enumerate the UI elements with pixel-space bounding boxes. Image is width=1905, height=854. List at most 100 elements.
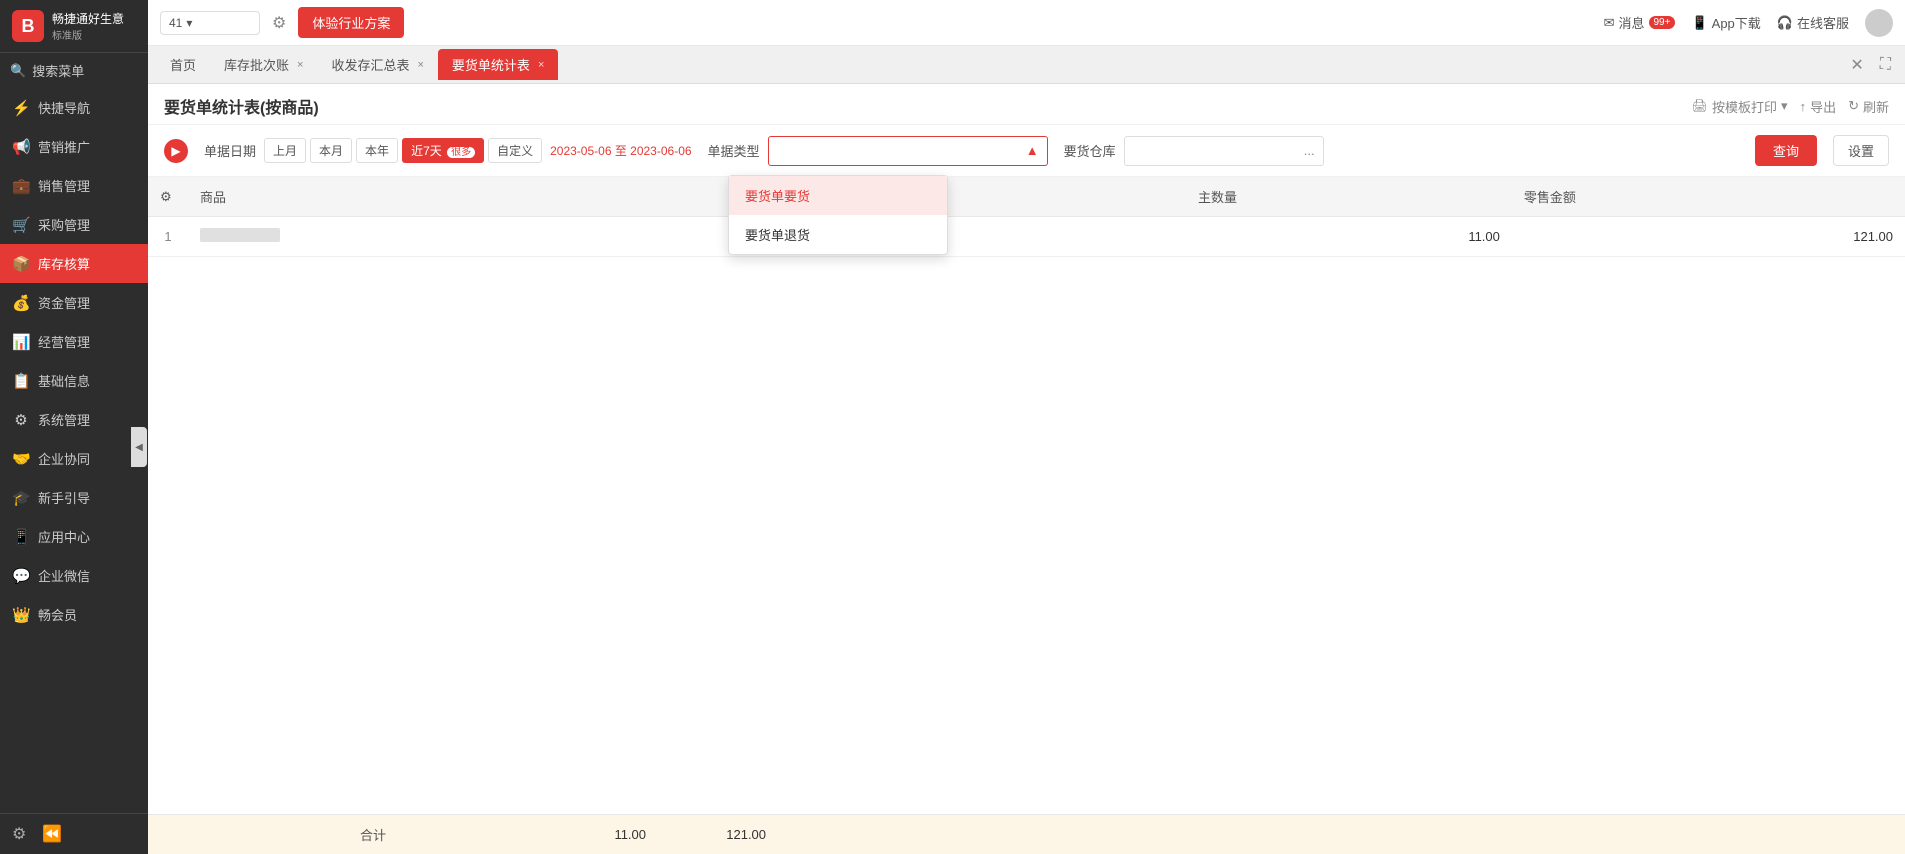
store-selector[interactable]: 41 ▾ [160, 11, 260, 35]
warehouse-filter-label: 要货仓库 [1064, 141, 1116, 160]
sidebar-collapse-btn[interactable]: ◀ [131, 427, 147, 467]
topbar-right: ✉ 消息 99+ 📱 App下载 🎧 在线客服 [1604, 9, 1893, 37]
sidebar-icon-9: ⚙ [12, 411, 30, 429]
user-avatar[interactable] [1865, 9, 1893, 37]
col-settings-icon[interactable]: ⚙ [160, 189, 172, 204]
tab-close-inventory-batch[interactable]: × [297, 59, 303, 71]
dropdown-item-1[interactable]: 要货单退货 [729, 215, 947, 254]
date-btn-this-month[interactable]: 本月 [310, 138, 352, 163]
filter-warehouse-section: 要货仓库 ... [1064, 136, 1324, 166]
page-header: 要货单统计表(按商品) 🖨 按模板打印 ▾ ↑ 导出 ↻ 刷新 [148, 84, 1905, 125]
sidebar-item-10[interactable]: 🤝 企业协同 [0, 439, 148, 478]
message-icon: ✉ [1604, 15, 1615, 31]
sidebar-item-6[interactable]: 💰 资金管理 [0, 283, 148, 322]
sidebar-label-10: 企业协同 [38, 449, 90, 468]
query-btn[interactable]: 查询 [1755, 135, 1817, 166]
sidebar-search[interactable]: 🔍 搜索菜单 [0, 53, 148, 88]
settings-btn[interactable]: 设置 [1833, 135, 1889, 166]
sidebar-label-14: 畅会员 [38, 605, 77, 624]
sidebar-label-12: 应用中心 [38, 527, 90, 546]
warehouse-filter-input[interactable]: ... [1124, 136, 1324, 166]
sidebar-item-4[interactable]: 🛒 采购管理 [0, 205, 148, 244]
settings-icon[interactable]: ⚙ [12, 824, 26, 844]
sidebar-icon-1: ⚡ [12, 99, 30, 117]
sidebar-icon-8: 📋 [12, 372, 30, 390]
logo-text: 畅捷通好生意 标准版 [52, 10, 124, 42]
sidebar-nav: ⚡ 快捷导航📢 营销推广💼 销售管理🛒 采购管理📦 库存核算💰 资金管理📊 经营… [0, 88, 148, 813]
sidebar-icon-12: 📱 [12, 528, 30, 546]
online-service-btn[interactable]: 🎧 在线客服 [1777, 13, 1849, 32]
page-header-actions: 🖨 按模板打印 ▾ ↑ 导出 ↻ 刷新 [1692, 97, 1890, 116]
topbar-gear-icon[interactable]: ⚙ [268, 9, 290, 37]
col-quantity: 主数量 [1186, 177, 1512, 217]
print-icon: 🖨 [1692, 98, 1709, 114]
sidebar-item-8[interactable]: 📋 基础信息 [0, 361, 148, 400]
trial-btn[interactable]: 体验行业方案 [298, 7, 404, 38]
export-btn[interactable]: ↑ 导出 [1800, 97, 1837, 116]
sidebar-item-3[interactable]: 💼 销售管理 [0, 166, 148, 205]
sidebar-label-11: 新手引导 [38, 488, 90, 507]
export-icon: ↑ [1800, 99, 1807, 114]
date-btn-custom[interactable]: 自定义 [488, 138, 542, 163]
topbar-left: 41 ▾ ⚙ 体验行业方案 [160, 7, 1594, 38]
sidebar-item-7[interactable]: 📊 经营管理 [0, 322, 148, 361]
tab-home[interactable]: 首页 [156, 49, 210, 80]
sidebar-item-14[interactable]: 👑 畅会员 [0, 595, 148, 634]
sidebar-item-12[interactable]: 📱 应用中心 [0, 517, 148, 556]
topbar: 41 ▾ ⚙ 体验行业方案 ✉ 消息 99+ 📱 App下载 🎧 在线客服 [148, 0, 1905, 46]
table-body: 1 块 11.00 121.00 [148, 217, 1905, 257]
main-area: 41 ▾ ⚙ 体验行业方案 ✉ 消息 99+ 📱 App下载 🎧 在线客服 [148, 0, 1905, 854]
sidebar-icon-4: 🛒 [12, 216, 30, 234]
sidebar-icon-11: 🎓 [12, 489, 30, 507]
page-content: 要货单统计表(按商品) 🖨 按模板打印 ▾ ↑ 导出 ↻ 刷新 ▶ [148, 84, 1905, 854]
sidebar-label-7: 经营管理 [38, 332, 90, 351]
footer-quantity: 11.00 [546, 827, 666, 842]
chevron-down-icon: ▾ [186, 16, 192, 30]
sidebar-item-1[interactable]: ⚡ 快捷导航 [0, 88, 148, 127]
sidebar-icon-2: 📢 [12, 138, 30, 156]
date-btn-last-month[interactable]: 上月 [264, 138, 306, 163]
tab-close-all-btn[interactable]: ✕ [1844, 53, 1869, 77]
date-btn-this-year[interactable]: 本年 [356, 138, 398, 163]
type-chevron-up-icon: ▲ [1026, 143, 1039, 158]
collapse-icon[interactable]: ⏪ [42, 824, 62, 844]
dropdown-item-0[interactable]: 要货单要货 [729, 176, 947, 215]
app-download-btn[interactable]: 📱 App下载 [1691, 13, 1760, 32]
sidebar-item-13[interactable]: 💬 企业微信 [0, 556, 148, 595]
print-btn[interactable]: 🖨 按模板打印 ▾ [1692, 97, 1788, 116]
sidebar-label-6: 资金管理 [38, 293, 90, 312]
tab-expand-btn[interactable]: ⛶ [1874, 54, 1897, 76]
table-header-row: ⚙ 商品 主计量单位 主数量 零售金额 [148, 177, 1905, 217]
sidebar-icon-13: 💬 [12, 567, 30, 585]
row-index-0: 1 [148, 217, 188, 257]
tab-inventory-batch[interactable]: 库存批次账 × [210, 49, 317, 80]
footer-label: 合计 [160, 825, 386, 844]
tab-close-receive-send[interactable]: × [417, 59, 423, 71]
sidebar-item-11[interactable]: 🎓 新手引导 [0, 478, 148, 517]
sidebar-icon-7: 📊 [12, 333, 30, 351]
sidebar-label-1: 快捷导航 [38, 98, 90, 117]
date-btn-7days[interactable]: 近7天 很多 [402, 138, 484, 163]
page-title: 要货单统计表(按商品) [164, 94, 319, 118]
type-dropdown: 要货单要货 要货单退货 [728, 175, 948, 255]
table-row: 1 块 11.00 121.00 [148, 217, 1905, 257]
sidebar-label-2: 营销推广 [38, 137, 90, 156]
message-badge: 99+ [1649, 16, 1676, 29]
data-table: ⚙ 商品 主计量单位 主数量 零售金额 1 块 11.00 121.00 [148, 177, 1905, 257]
messages-btn[interactable]: ✉ 消息 99+ [1604, 13, 1676, 32]
filter-date-section: 单据日期 上月 本月 本年 近7天 很多 自定义 2023-05-06 至 20… [204, 138, 692, 163]
date-range-display: 2023-05-06 至 2023-06-06 [550, 142, 691, 159]
sidebar-item-5[interactable]: 📦 库存核算 [0, 244, 148, 283]
sidebar-item-9[interactable]: ⚙ 系统管理 [0, 400, 148, 439]
tabs-right-controls: ✕ ⛶ [1844, 53, 1897, 77]
tab-order-stats[interactable]: 要货单统计表 × [438, 49, 558, 80]
filter-type-section: 单据类型 ▲ [708, 136, 1048, 166]
refresh-btn[interactable]: ↻ 刷新 [1848, 97, 1889, 116]
tab-close-order-stats[interactable]: × [538, 59, 544, 71]
tab-receive-send[interactable]: 收发存汇总表 × [317, 49, 437, 80]
sidebar-bottom: ⚙ ⏪ [0, 813, 148, 854]
sidebar-item-2[interactable]: 📢 营销推广 [0, 127, 148, 166]
filter-toggle-btn[interactable]: ▶ [164, 139, 188, 163]
logo-icon: B [12, 10, 44, 42]
type-filter-input[interactable]: ▲ [768, 136, 1048, 166]
